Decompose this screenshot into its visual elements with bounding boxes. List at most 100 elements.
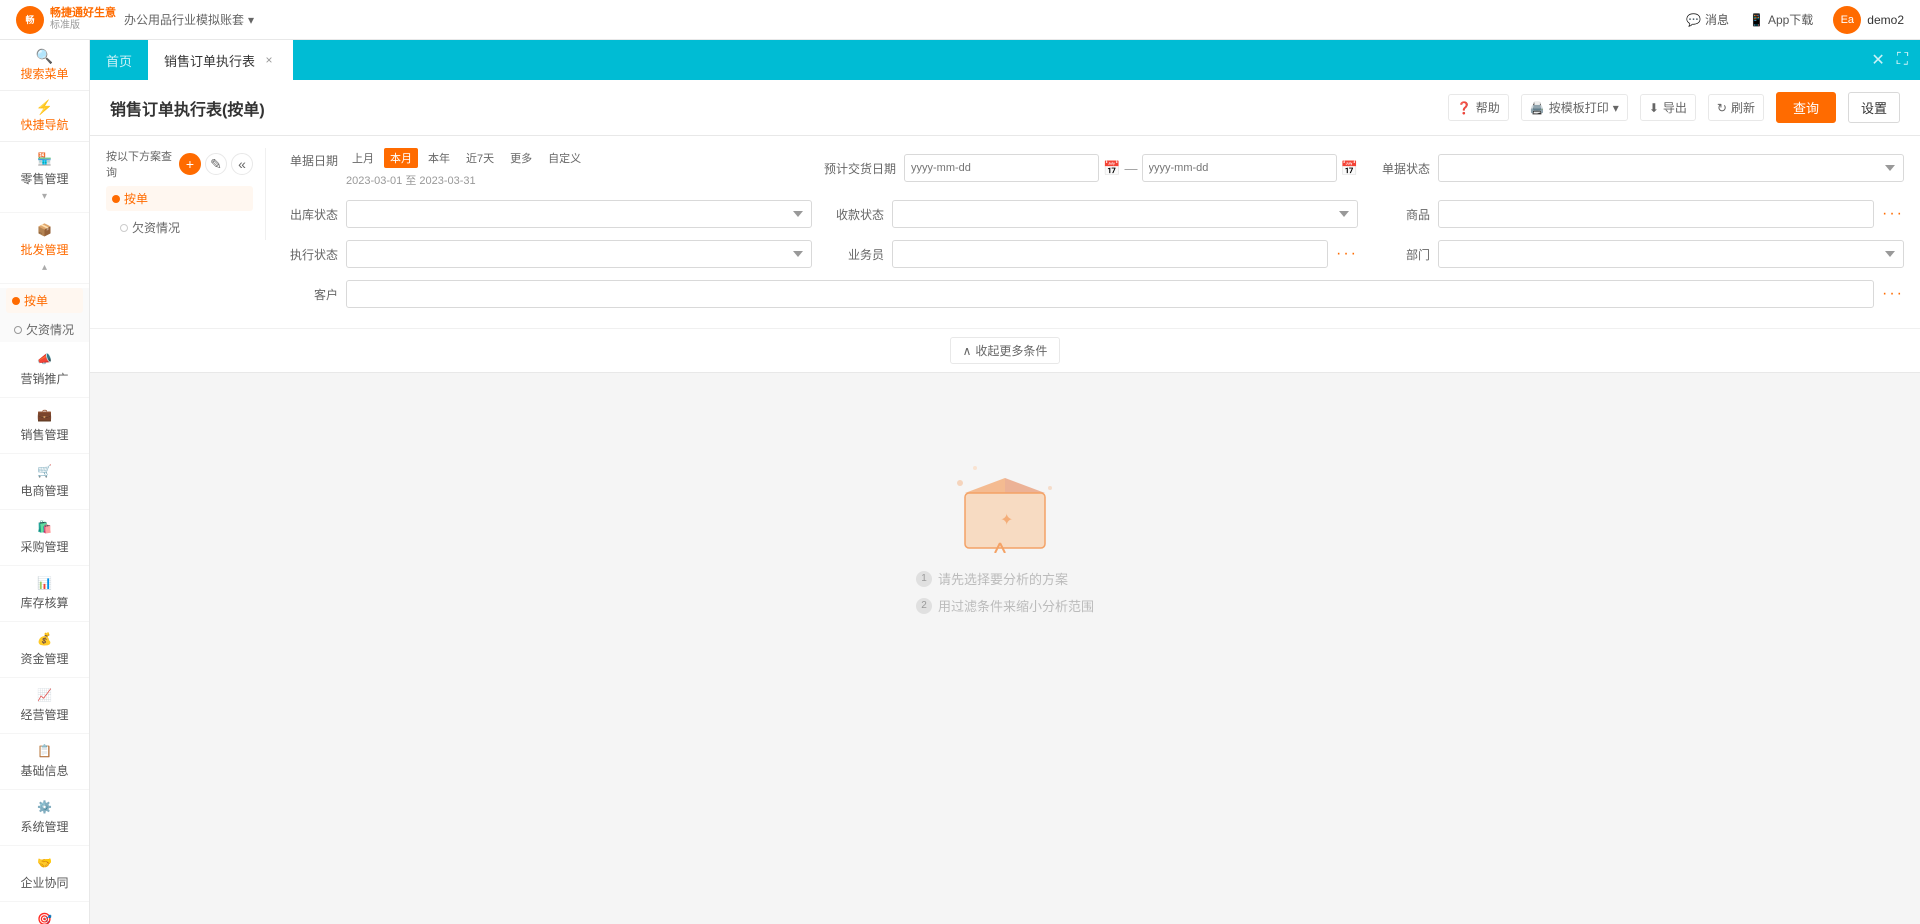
tab-close-window-button[interactable]: ✕ [1867, 46, 1888, 74]
refresh-button[interactable]: ↻ 刷新 [1708, 94, 1764, 121]
date-tab-custom[interactable]: 自定义 [542, 148, 587, 168]
app-download-button[interactable]: 📱 App下载 [1749, 11, 1813, 28]
user-menu[interactable]: Ea demo2 [1833, 6, 1904, 34]
expected-date-label: 预计交货日期 [824, 160, 896, 177]
operation-icon: 📈 [37, 688, 52, 702]
app-icon: 📱 [1749, 13, 1764, 27]
svg-text:✦: ✦ [1000, 512, 1013, 529]
filter-header: 按以下方案查询 + ✎ « [90, 136, 1920, 328]
salesperson-input[interactable] [892, 240, 1328, 268]
calendar-end-icon[interactable]: 📅 [1341, 160, 1358, 177]
query-button[interactable]: 查询 [1776, 92, 1836, 123]
customer-label: 客户 [278, 286, 338, 303]
message-icon: 💬 [1686, 13, 1701, 27]
help-button[interactable]: ❓ 帮助 [1448, 94, 1509, 121]
sidebar-item-ecommerce[interactable]: 🛒 电商管理 [0, 454, 89, 510]
filter-row-4: 客户 ··· [278, 280, 1904, 308]
sidebar: 🔍 搜索菜单 ⚡ 快捷导航 🏪 零售管理 ▾ 📦 批发管理 ▴ 按单 欠资情况 [0, 40, 90, 924]
payment-status-select[interactable] [892, 200, 1358, 228]
salesperson-field: 业务员 ··· [824, 240, 1358, 268]
sidebar-item-system[interactable]: ⚙️ 系统管理 [0, 790, 89, 846]
customer-input[interactable] [346, 280, 1874, 308]
ship-status-select[interactable] [346, 200, 812, 228]
date-tab-7days[interactable]: 近7天 [460, 148, 500, 168]
breadcrumb: 办公用品行业模拟账套 ▾ [124, 11, 254, 28]
order-status-select[interactable] [1438, 154, 1904, 182]
message-button[interactable]: 💬 消息 [1686, 11, 1729, 28]
order-status-label: 单据状态 [1370, 160, 1430, 177]
sidebar-item-basic[interactable]: 📋 基础信息 [0, 734, 89, 790]
sidebar-subitem-debt[interactable]: 欠资情况 [8, 317, 89, 342]
page-content: 销售订单执行表(按单) ❓ 帮助 🖨️ 按模板打印 ▾ ⬇ 导出 [90, 80, 1920, 924]
department-select[interactable] [1438, 240, 1904, 268]
newuser-icon: 🎯 [37, 912, 52, 924]
dropdown-icon: ▾ [1613, 101, 1619, 115]
date-tab-current-month[interactable]: 本月 [384, 148, 418, 168]
sidebar-item-marketing[interactable]: 📣 营销推广 [0, 342, 89, 398]
tab-maximize-button[interactable]: ⛶ [1893, 47, 1912, 73]
collapse-sidebar-button[interactable]: « [231, 153, 253, 175]
calendar-start-icon[interactable]: 📅 [1103, 160, 1120, 177]
filter-plan-label: 按以下方案查询 [106, 148, 179, 180]
tab-sales-exec[interactable]: 销售订单执行表 × [148, 40, 293, 80]
plan-item-press-order[interactable]: 按单 [106, 186, 253, 211]
settings-button[interactable]: 设置 [1848, 92, 1900, 123]
sidebar-item-wholesale[interactable]: 📦 批发管理 ▴ [0, 213, 89, 284]
expected-date-end-input[interactable] [1142, 154, 1337, 182]
salesperson-more-icon[interactable]: ··· [1336, 245, 1358, 263]
add-plan-button[interactable]: + [179, 153, 201, 175]
date-range-display: 2023-03-01 至 2023-03-31 [346, 172, 812, 188]
customer-more-icon[interactable]: ··· [1882, 285, 1904, 303]
main-layout: 🔍 搜索菜单 ⚡ 快捷导航 🏪 零售管理 ▾ 📦 批发管理 ▴ 按单 欠资情况 [0, 40, 1920, 924]
sidebar-item-retail[interactable]: 🏪 零售管理 ▾ [0, 142, 89, 213]
sidebar-item-enterprise[interactable]: 🤝 企业协同 [0, 846, 89, 902]
sidebar-subitem-press-order[interactable]: 按单 [6, 288, 83, 313]
sidebar-item-inventory[interactable]: 📊 库存核算 [0, 566, 89, 622]
finance-icon: 💰 [37, 632, 52, 646]
double-left-icon: « [238, 156, 246, 172]
date-tab-more[interactable]: 更多 [504, 148, 538, 168]
filter-body: 单据日期 上月 本月 本年 近7天 更多 自定义 [278, 148, 1904, 316]
exec-status-field: 执行状态 [278, 240, 812, 268]
header-left: 畅 畅捷通好生意 标准版 办公用品行业模拟账套 ▾ [16, 6, 254, 34]
plan-subitem-debt[interactable]: 欠资情况 [114, 215, 253, 240]
export-button[interactable]: ⬇ 导出 [1640, 94, 1696, 121]
wholesale-icon: 📦 [37, 223, 52, 237]
filter-row-2: 出库状态 收款状态 [278, 200, 1904, 228]
retail-icon: 🏪 [37, 152, 52, 166]
sidebar-item-purchase[interactable]: 🛍️ 采购管理 [0, 510, 89, 566]
page-title: 销售订单执行表(按单) [110, 96, 265, 120]
avatar: Ea [1833, 6, 1861, 34]
sidebar-quicknav[interactable]: ⚡ 快捷导航 [0, 91, 89, 142]
template-print-button[interactable]: 🖨️ 按模板打印 ▾ [1521, 94, 1628, 121]
empty-icon: ✦ [945, 453, 1065, 553]
sidebar-item-operation[interactable]: 📈 经营管理 [0, 678, 89, 734]
date-tabs: 上月 本月 本年 近7天 更多 自定义 [346, 148, 812, 168]
date-tab-current-year[interactable]: 本年 [422, 148, 456, 168]
product-more-icon[interactable]: ··· [1882, 205, 1904, 223]
order-date-label: 单据日期 [278, 148, 338, 169]
empty-text-2: 2 用过滤条件来缩小分析范围 [916, 596, 1094, 615]
collapse-more-button[interactable]: ∧ 收起更多条件 [950, 337, 1061, 364]
sidebar-search[interactable]: 🔍 搜索菜单 [0, 40, 89, 91]
refresh-icon: ↻ [1717, 101, 1727, 115]
print-icon: 🖨️ [1530, 101, 1545, 115]
exec-status-select[interactable] [346, 240, 812, 268]
tab-home[interactable]: 首页 [90, 40, 148, 80]
salesperson-label: 业务员 [824, 246, 884, 263]
product-input[interactable] [1438, 200, 1874, 228]
sidebar-item-newuser[interactable]: 🎯 新手引导 [0, 902, 89, 924]
edit-plan-button[interactable]: ✎ [205, 153, 227, 175]
date-tab-last-month[interactable]: 上月 [346, 148, 380, 168]
step-1-icon: 1 [916, 571, 932, 587]
expected-date-start-input[interactable] [904, 154, 1099, 182]
chevron-up-icon: ∧ [963, 344, 972, 358]
order-status-field: 单据状态 [1370, 148, 1904, 188]
tab-bar: 首页 销售订单执行表 × ✕ ⛶ [90, 40, 1920, 80]
tab-close-button[interactable]: × [261, 52, 277, 68]
logo-icon: 畅 [16, 6, 44, 34]
page-actions: ❓ 帮助 🖨️ 按模板打印 ▾ ⬇ 导出 ↻ 刷新 [1448, 92, 1900, 123]
sidebar-item-sales[interactable]: 💼 销售管理 [0, 398, 89, 454]
product-label: 商品 [1370, 206, 1430, 223]
sidebar-item-finance[interactable]: 💰 资金管理 [0, 622, 89, 678]
